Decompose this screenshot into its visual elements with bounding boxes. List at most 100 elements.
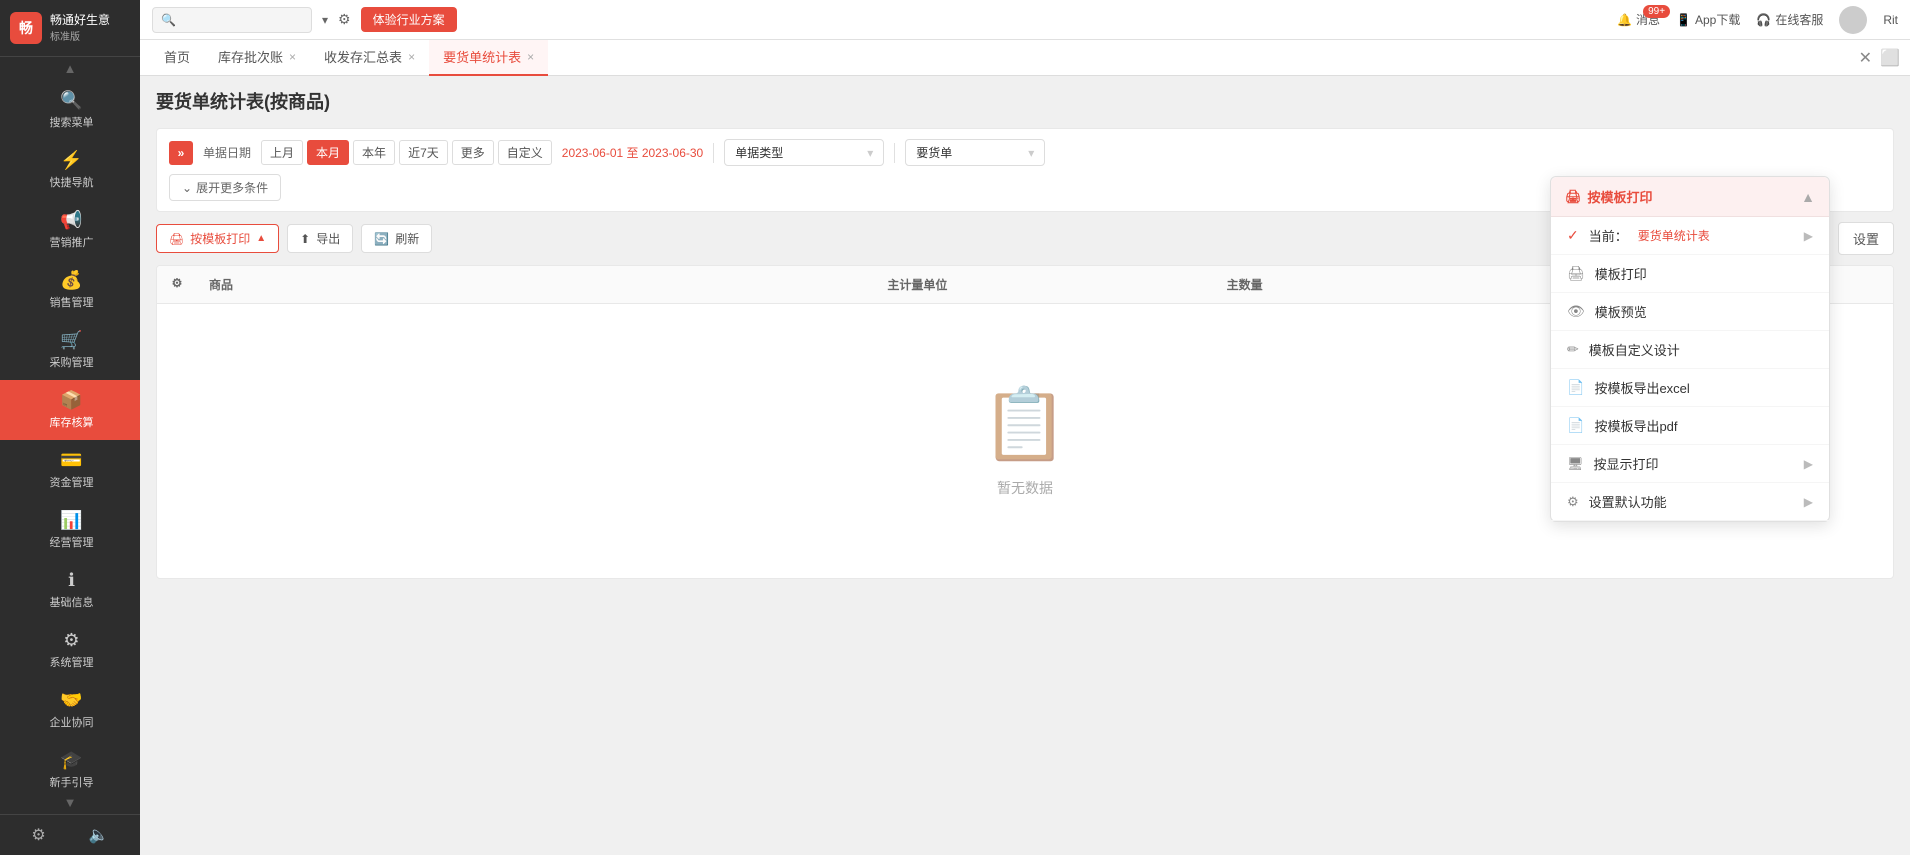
maximize-window-icon[interactable]: ⬜ xyxy=(1880,48,1900,68)
sidebar: 畅 畅通好生意 标准版 ▲ 🔍 搜索菜单 ⚡ 快捷导航 📢 营销推广 💰 销售管… xyxy=(0,0,140,855)
template-custom-item[interactable]: ✏ 模板自定义设计 xyxy=(1551,331,1829,369)
tab-close-inventory-batch[interactable]: × xyxy=(289,50,296,64)
headset-icon: 🎧 xyxy=(1756,13,1771,27)
logo-text: 畅通好生意 标准版 xyxy=(50,13,110,44)
expand-more-button[interactable]: ⌄ 展开更多条件 xyxy=(169,174,281,201)
goods-label: 要货单 xyxy=(916,144,952,161)
finance-icon: 💳 xyxy=(60,450,82,471)
printer-icon: 🖨 xyxy=(169,232,184,246)
template-print-icon: 🖨 xyxy=(1567,265,1585,282)
template-preview-item[interactable]: 👁 模板预览 xyxy=(1551,293,1829,331)
date-btn-last-month[interactable]: 上月 xyxy=(261,140,303,165)
date-buttons: 上月 本月 本年 近7天 更多 自定义 xyxy=(261,140,552,165)
display-print-item[interactable]: 🖥 按显示打印 ▶ xyxy=(1551,445,1829,483)
date-btn-this-year[interactable]: 本年 xyxy=(353,140,395,165)
template-excel-item[interactable]: 📄 按模板导出excel xyxy=(1551,369,1829,407)
sidebar-item-sales[interactable]: 💰 销售管理 xyxy=(0,260,140,320)
sidebar-item-enterprise[interactable]: 🤝 企业协同 xyxy=(0,680,140,740)
sidebar-item-search[interactable]: 🔍 搜索菜单 xyxy=(0,80,140,140)
sidebar-item-marketing[interactable]: 📢 营销推广 xyxy=(0,200,140,260)
content-area: 要货单统计表(按商品) » 单据日期 上月 本月 本年 近7天 更多 自定义 2… xyxy=(140,76,1910,855)
printer-icon-dropdown: 🖨 xyxy=(1565,189,1582,205)
col-settings[interactable]: ⚙ xyxy=(157,266,197,303)
newbie-icon: 🎓 xyxy=(60,750,82,771)
set-default-left: ⚙ 设置默认功能 xyxy=(1567,492,1667,511)
sidebar-item-system[interactable]: ⚙ 系统管理 xyxy=(0,620,140,680)
filter-expand-icon[interactable]: » xyxy=(169,141,193,165)
scroll-up-arrow[interactable]: ▲ xyxy=(0,57,140,80)
topbar-dropdown[interactable]: ▾ xyxy=(322,13,328,27)
current-template-label: 当前： xyxy=(1589,226,1628,245)
date-btn-this-month[interactable]: 本月 xyxy=(307,140,349,165)
messages-button[interactable]: 🔔 消息 99+ xyxy=(1617,11,1660,28)
filter-row-1: » 单据日期 上月 本月 本年 近7天 更多 自定义 2023-06-01 至 … xyxy=(169,139,1881,166)
sidebar-item-inventory[interactable]: 📦 库存核算 xyxy=(0,380,140,440)
sidebar-nav: 🔍 搜索菜单 ⚡ 快捷导航 📢 营销推广 💰 销售管理 🛒 采购管理 📦 库存核… xyxy=(0,80,140,791)
sales-icon: 💰 xyxy=(60,270,82,291)
volume-icon[interactable]: 🔈 xyxy=(89,825,109,845)
online-service-button[interactable]: 🎧 在线客服 xyxy=(1756,11,1823,28)
date-btn-7days[interactable]: 近7天 xyxy=(399,140,448,165)
template-pdf-item[interactable]: 📄 按模板导出pdf xyxy=(1551,407,1829,445)
template-print-item[interactable]: 🖨 模板打印 xyxy=(1551,255,1829,293)
tab-home[interactable]: 首页 xyxy=(150,40,204,76)
settings-button[interactable]: 设置 xyxy=(1838,222,1894,255)
template-preview-icon: 👁 xyxy=(1567,303,1585,320)
export-button[interactable]: ⬆ 导出 xyxy=(287,224,353,253)
trial-industry-button[interactable]: 体验行业方案 xyxy=(361,7,457,32)
inventory-icon: 📦 xyxy=(60,390,82,411)
sidebar-item-newbie[interactable]: 🎓 新手引导 xyxy=(0,740,140,791)
close-window-icon[interactable]: ✕ xyxy=(1859,48,1872,68)
order-type-select[interactable]: 单据类型 ▾ xyxy=(724,139,884,166)
system-icon: ⚙ xyxy=(63,630,79,651)
phone-icon: 📱 xyxy=(1676,13,1691,27)
order-type-label: 单据类型 xyxy=(735,144,783,161)
print-dropdown-close-icon[interactable]: ▲ xyxy=(1801,189,1815,205)
sidebar-item-operations[interactable]: 📊 经营管理 xyxy=(0,500,140,560)
topbar-dropdown-chevron: ▾ xyxy=(322,13,328,27)
print-template-chevron-up: ▲ xyxy=(256,233,266,244)
set-default-item[interactable]: ⚙ 设置默认功能 ▶ xyxy=(1551,483,1829,521)
print-dropdown-header: 🖨 按模板打印 ▲ xyxy=(1551,177,1829,217)
topbar-gear-icon[interactable]: ⚙ xyxy=(338,11,351,28)
display-print-left: 🖥 按显示打印 xyxy=(1567,454,1659,473)
scroll-down-arrow[interactable]: ▼ xyxy=(0,791,140,814)
topbar-search-input[interactable] xyxy=(180,13,303,27)
logo-icon: 畅 xyxy=(10,12,42,44)
page-title: 要货单统计表(按商品) xyxy=(156,88,1894,114)
empty-illustration: 📋 xyxy=(981,384,1068,466)
current-chevron-icon: ▶ xyxy=(1804,229,1813,243)
basic-info-icon: ℹ xyxy=(68,570,75,591)
display-print-icon: 🖥 xyxy=(1567,456,1584,472)
date-btn-more[interactable]: 更多 xyxy=(452,140,494,165)
tab-close-receipt-summary[interactable]: × xyxy=(408,50,415,64)
set-default-icon: ⚙ xyxy=(1567,494,1579,510)
tab-close-order-stats[interactable]: × xyxy=(527,50,534,64)
app-download-button[interactable]: 📱 App下载 xyxy=(1676,11,1740,28)
sidebar-item-finance[interactable]: 💳 资金管理 xyxy=(0,440,140,500)
user-avatar[interactable] xyxy=(1839,6,1867,34)
goods-select[interactable]: 要货单 ▾ xyxy=(905,139,1045,166)
date-label: 单据日期 xyxy=(203,144,251,161)
tab-receipt-summary[interactable]: 收发存汇总表 × xyxy=(310,40,429,76)
refresh-icon: 🔄 xyxy=(374,232,389,246)
settings-bottom-icon[interactable]: ⚙ xyxy=(31,825,45,845)
purchase-icon: 🛒 xyxy=(60,330,82,351)
empty-text: 暂无数据 xyxy=(997,478,1053,498)
sidebar-item-quick-nav[interactable]: ⚡ 快捷导航 xyxy=(0,140,140,200)
topbar-search-box[interactable]: 🔍 xyxy=(152,7,312,33)
date-btn-custom[interactable]: 自定义 xyxy=(498,140,552,165)
sidebar-item-purchase[interactable]: 🛒 采购管理 xyxy=(0,320,140,380)
template-excel-icon: 📄 xyxy=(1567,379,1584,396)
username-label[interactable]: Rit xyxy=(1883,13,1898,27)
col-quantity: 主数量 xyxy=(1215,266,1554,303)
print-template-button[interactable]: 🖨 按模板打印 ▲ xyxy=(156,224,279,253)
tabs-right-controls: ✕ ⬜ xyxy=(1859,48,1900,68)
print-current-item[interactable]: ✓ 当前： 要货单统计表 ▶ xyxy=(1551,217,1829,255)
tab-inventory-batch[interactable]: 库存批次账 × xyxy=(204,40,310,76)
tab-order-stats[interactable]: 要货单统计表 × xyxy=(429,40,548,76)
sidebar-item-basic-info[interactable]: ℹ 基础信息 xyxy=(0,560,140,620)
operations-icon: 📊 xyxy=(60,510,82,531)
filter-divider xyxy=(713,143,714,163)
refresh-button[interactable]: 🔄 刷新 xyxy=(361,224,432,253)
